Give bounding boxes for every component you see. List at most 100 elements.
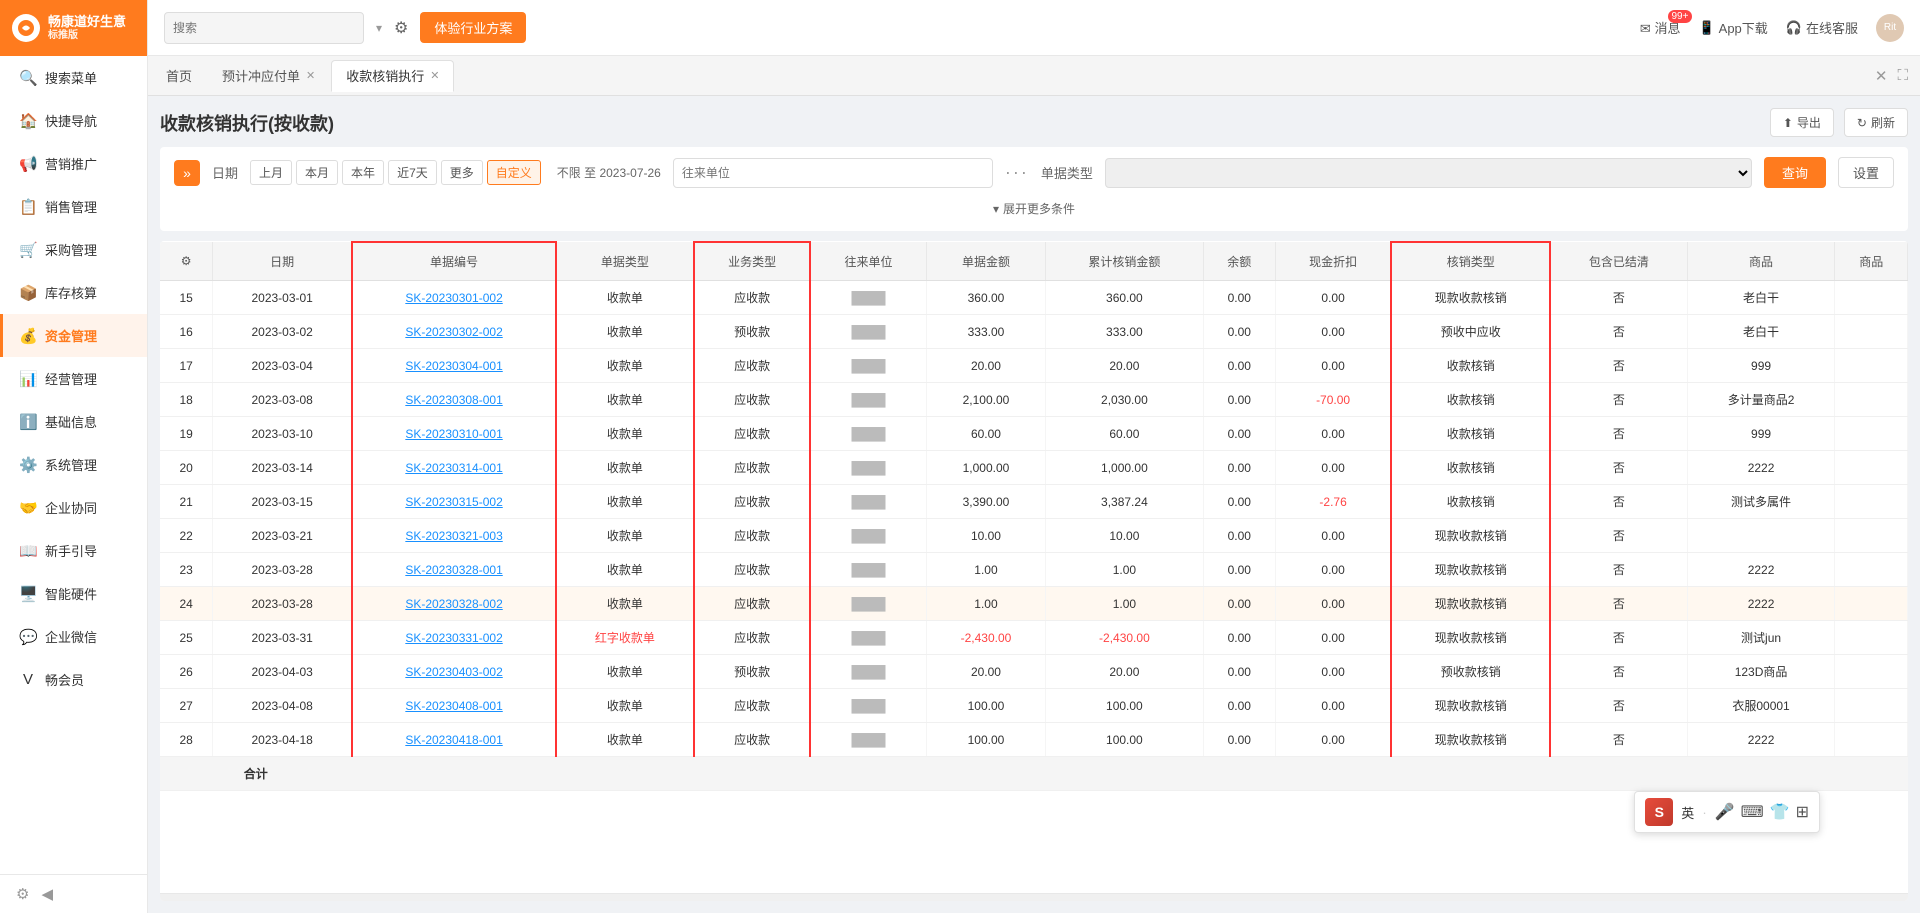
partner-input[interactable]: [673, 158, 993, 188]
filter-settings-button[interactable]: 设置: [1838, 157, 1894, 188]
col-goods2[interactable]: 商品: [1835, 242, 1908, 281]
grid-icon[interactable]: ⊞: [1796, 802, 1809, 822]
row-doc-type: 红字收款单: [556, 621, 694, 655]
row-offset-type: 收款核销: [1391, 349, 1550, 383]
sidebar-item-quicknav[interactable]: 🏠 快捷导航: [0, 99, 147, 142]
refresh-button[interactable]: ↻ 刷新: [1844, 108, 1908, 137]
col-date[interactable]: 日期: [213, 242, 352, 281]
sidebar-item-basic[interactable]: ℹ️ 基础信息: [0, 400, 147, 443]
row-doc-no[interactable]: SK-20230302-002: [352, 315, 556, 349]
table-row: 272023-04-08SK-20230408-001收款单应收款████100…: [160, 689, 1908, 723]
sidebar-item-inventory[interactable]: 📦 库存核算: [0, 271, 147, 314]
sidebar-item-wechat[interactable]: 💬 企业微信: [0, 615, 147, 658]
sidebar-item-system[interactable]: ⚙️ 系统管理: [0, 443, 147, 486]
close-tab-button[interactable]: ✕: [1875, 67, 1888, 85]
row-doc-no[interactable]: SK-20230328-002: [352, 587, 556, 621]
tab-payable[interactable]: 预计冲应付单 ✕: [208, 60, 329, 92]
row-date: 2023-03-31: [213, 621, 352, 655]
sidebar-item-operation[interactable]: 📊 经营管理: [0, 357, 147, 400]
sidebar-item-guide[interactable]: 📖 新手引导: [0, 529, 147, 572]
export-button[interactable]: ⬆ 导出: [1770, 108, 1834, 137]
search-icon: 🔍: [19, 69, 37, 87]
sidebar-item-member[interactable]: V 畅会员: [0, 658, 147, 701]
sidebar-item-label: 库存核算: [45, 283, 97, 302]
row-partner: ████: [810, 281, 926, 315]
sidebar-item-finance[interactable]: 💰 资金管理: [0, 314, 147, 357]
tab-payable-close-icon[interactable]: ✕: [306, 69, 315, 82]
keyboard-icon[interactable]: ⌨: [1741, 802, 1764, 822]
row-doc-no[interactable]: SK-20230331-002: [352, 621, 556, 655]
data-table: ⚙ 日期 单据编号 单据类型 业务类型 往来单位 单据金额 累计核销金额 余额 …: [160, 241, 1908, 791]
date-range-display: 不限 至 2023-07-26: [557, 164, 661, 181]
search-input[interactable]: [164, 12, 364, 44]
sidebar-item-corp[interactable]: 🤝 企业协同: [0, 486, 147, 529]
row-amount: 20.00: [926, 655, 1046, 689]
row-balance: 0.00: [1203, 689, 1275, 723]
row-doc-no[interactable]: SK-20230314-001: [352, 451, 556, 485]
doc-type-select[interactable]: [1105, 158, 1752, 188]
col-offset-type[interactable]: 核销类型: [1391, 242, 1550, 281]
row-include-settled: 否: [1550, 281, 1687, 315]
gear-icon[interactable]: ⚙: [394, 18, 408, 38]
row-doc-no[interactable]: SK-20230304-001: [352, 349, 556, 383]
row-date: 2023-04-18: [213, 723, 352, 757]
tab-home[interactable]: 首页: [152, 60, 206, 92]
col-doc-no[interactable]: 单据编号: [352, 242, 556, 281]
col-doc-type[interactable]: 单据类型: [556, 242, 694, 281]
horizontal-scrollbar[interactable]: [160, 893, 1908, 901]
row-cash-discount: 0.00: [1275, 281, 1391, 315]
service-button[interactable]: 🎧 在线客服: [1786, 18, 1858, 37]
row-doc-no[interactable]: SK-20230321-003: [352, 519, 556, 553]
this-month-button[interactable]: 本月: [296, 160, 338, 185]
sidebar-item-hardware[interactable]: 🖥️ 智能硬件: [0, 572, 147, 615]
row-doc-no[interactable]: SK-20230328-001: [352, 553, 556, 587]
avatar[interactable]: Rit: [1876, 14, 1904, 42]
mic-icon[interactable]: 🎤: [1715, 802, 1735, 822]
col-gear[interactable]: ⚙: [160, 242, 213, 281]
row-balance: 0.00: [1203, 417, 1275, 451]
col-partner[interactable]: 往来单位: [810, 242, 926, 281]
custom-date-button[interactable]: 自定义: [487, 160, 541, 185]
sidebar-item-search[interactable]: 🔍 搜索菜单: [0, 56, 147, 99]
row-doc-no[interactable]: SK-20230310-001: [352, 417, 556, 451]
sidebar-item-purchase[interactable]: 🛒 采购管理: [0, 228, 147, 271]
message-button[interactable]: ✉ 消息 99+: [1640, 18, 1681, 37]
row-cum-offset: 20.00: [1046, 655, 1203, 689]
settings-icon[interactable]: ⚙: [16, 885, 29, 903]
row-goods2: [1835, 723, 1908, 757]
row-doc-no[interactable]: SK-20230308-001: [352, 383, 556, 417]
row-offset-type: 现款收款核销: [1391, 587, 1550, 621]
collapse-icon[interactable]: ◀: [41, 885, 53, 903]
col-goods[interactable]: 商品: [1687, 242, 1835, 281]
app-download-button[interactable]: 📱 App下载: [1698, 18, 1767, 37]
more-date-button[interactable]: 更多: [441, 160, 483, 185]
row-cash-discount: 0.00: [1275, 349, 1391, 383]
row-doc-no[interactable]: SK-20230403-002: [352, 655, 556, 689]
row-doc-no[interactable]: SK-20230418-001: [352, 723, 556, 757]
this-year-button[interactable]: 本年: [342, 160, 384, 185]
row-doc-no[interactable]: SK-20230301-002: [352, 281, 556, 315]
filter-toggle-button[interactable]: »: [174, 160, 200, 186]
solution-button[interactable]: 体验行业方案: [420, 12, 526, 43]
dropdown-arrow-icon[interactable]: ▾: [376, 21, 382, 35]
col-biz-type[interactable]: 业务类型: [694, 242, 811, 281]
col-cash-discount[interactable]: 现金折扣: [1275, 242, 1391, 281]
expand-more-conditions-button[interactable]: ▾ 展开更多条件: [985, 196, 1083, 221]
tab-receipt-exec[interactable]: 收款核销执行 ✕: [331, 60, 454, 92]
query-button[interactable]: 查询: [1764, 157, 1826, 188]
row-doc-no[interactable]: SK-20230315-002: [352, 485, 556, 519]
tab-receipt-exec-close-icon[interactable]: ✕: [430, 69, 439, 82]
sidebar-item-sales[interactable]: 📋 销售管理: [0, 185, 147, 228]
row-doc-no[interactable]: SK-20230408-001: [352, 689, 556, 723]
col-amount[interactable]: 单据金额: [926, 242, 1046, 281]
last-7days-button[interactable]: 近7天: [388, 160, 437, 185]
sidebar-item-marketing[interactable]: 📢 营销推广: [0, 142, 147, 185]
col-cum-offset[interactable]: 累计核销金额: [1046, 242, 1203, 281]
last-month-button[interactable]: 上月: [250, 160, 292, 185]
row-biz-type: 应收款: [694, 281, 811, 315]
sidebar-item-label: 资金管理: [45, 326, 97, 345]
col-include-settled[interactable]: 包含已结清: [1550, 242, 1687, 281]
col-balance[interactable]: 余额: [1203, 242, 1275, 281]
shirt-icon[interactable]: 👕: [1770, 802, 1790, 822]
maximize-tab-button[interactable]: ⛶: [1897, 67, 1908, 84]
